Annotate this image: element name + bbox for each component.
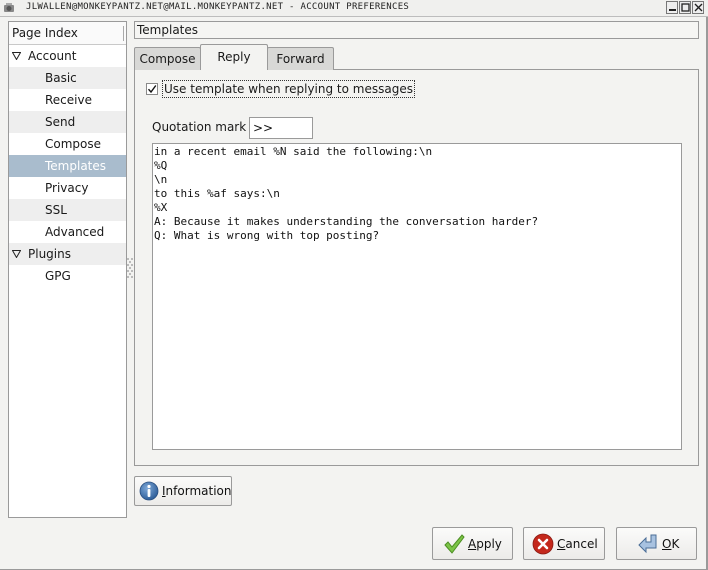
maximize-button[interactable] <box>679 1 691 14</box>
mnemonic: A <box>468 536 477 551</box>
info-icon <box>139 480 159 502</box>
column-separator <box>123 26 124 41</box>
checkmark-icon <box>443 533 465 555</box>
minimize-button[interactable] <box>666 1 678 14</box>
page-title: Templates <box>134 21 699 39</box>
window-title: JLWALLEN@MONKEYPANTZ.NET@MAIL.MONKEYPANT… <box>26 2 410 12</box>
tab-reply[interactable]: Reply <box>200 44 268 70</box>
label-rest: pply <box>476 536 502 551</box>
preferences-window: JLWALLEN@MONKEYPANTZ.NET@MAIL.MONKEYPANT… <box>0 0 708 570</box>
page-index-header-label: Page Index <box>12 26 78 40</box>
ok-button-label: OK <box>662 537 679 551</box>
page-index-tree[interactable]: Page Index Account Basic Receive Send Co… <box>8 21 127 518</box>
information-button[interactable]: Information <box>134 476 232 506</box>
tree-item-label: Send <box>45 115 76 129</box>
tree-item-templates[interactable]: Templates <box>9 155 126 177</box>
tab-label: Forward <box>276 52 325 66</box>
tree-group-plugins[interactable]: Plugins <box>9 243 126 265</box>
label-rest: K <box>671 536 680 551</box>
information-button-label: Information <box>162 484 231 498</box>
page-index-header[interactable]: Page Index <box>9 22 126 45</box>
tree-item-label: Compose <box>45 137 102 151</box>
cancel-button-label: Cancel <box>557 537 598 551</box>
tree-item-basic[interactable]: Basic <box>9 67 126 89</box>
apply-button[interactable]: Apply <box>432 527 513 560</box>
tree-item-label: Privacy <box>45 181 89 195</box>
tree-item-label: Receive <box>45 93 92 107</box>
app-icon <box>4 3 14 12</box>
tree-item-advanced[interactable]: Advanced <box>9 221 126 243</box>
tree-item-label: Templates <box>45 159 107 173</box>
tab-compose[interactable]: Compose <box>134 47 201 70</box>
tree-item-gpg[interactable]: GPG <box>9 265 126 287</box>
label-rest: ancel <box>565 536 598 551</box>
minimize-icon <box>668 9 676 11</box>
tab-label: Compose <box>139 52 196 66</box>
tree-item-ssl[interactable]: SSL <box>9 199 126 221</box>
expander-triangle-icon[interactable] <box>12 250 21 258</box>
tree-group-label: Plugins <box>28 247 71 261</box>
tree-item-label: Advanced <box>45 225 105 239</box>
quotation-mark-input[interactable] <box>249 117 313 139</box>
tree-group-label: Account <box>28 49 77 63</box>
title-bar[interactable]: JLWALLEN@MONKEYPANTZ.NET@MAIL.MONKEYPANT… <box>0 0 708 17</box>
expander-triangle-icon[interactable] <box>12 52 21 60</box>
tree-item-receive[interactable]: Receive <box>9 89 126 111</box>
return-arrow-icon <box>637 533 659 555</box>
close-icon <box>694 3 702 12</box>
cancel-button[interactable]: Cancel <box>523 527 605 560</box>
use-template-label[interactable]: Use template when replying to messages <box>162 80 415 98</box>
maximize-icon <box>680 3 690 12</box>
tree-item-privacy[interactable]: Privacy <box>9 177 126 199</box>
use-template-checkbox-row[interactable]: Use template when replying to messages <box>146 79 415 99</box>
tree-item-compose[interactable]: Compose <box>9 133 126 155</box>
tree-item-label: Basic <box>45 71 77 85</box>
pane-resize-handle[interactable] <box>127 258 134 278</box>
tree-item-label: SSL <box>45 203 67 217</box>
close-button[interactable] <box>692 1 704 14</box>
checkmark-icon <box>147 85 157 94</box>
tree-item-send[interactable]: Send <box>9 111 126 133</box>
tab-label: Reply <box>217 50 251 64</box>
quotation-mark-label: Quotation mark <box>152 120 247 134</box>
tab-forward[interactable]: Forward <box>267 47 334 70</box>
cancel-icon <box>532 533 554 555</box>
tree-group-account[interactable]: Account <box>9 45 126 67</box>
use-template-checkbox[interactable] <box>146 83 158 95</box>
label-rest: nformation <box>165 484 232 498</box>
ok-button[interactable]: OK <box>616 527 697 560</box>
tree-item-label: GPG <box>45 269 71 283</box>
template-body-textarea[interactable]: in a recent email %N said the following:… <box>152 143 682 450</box>
apply-button-label: Apply <box>468 537 502 551</box>
